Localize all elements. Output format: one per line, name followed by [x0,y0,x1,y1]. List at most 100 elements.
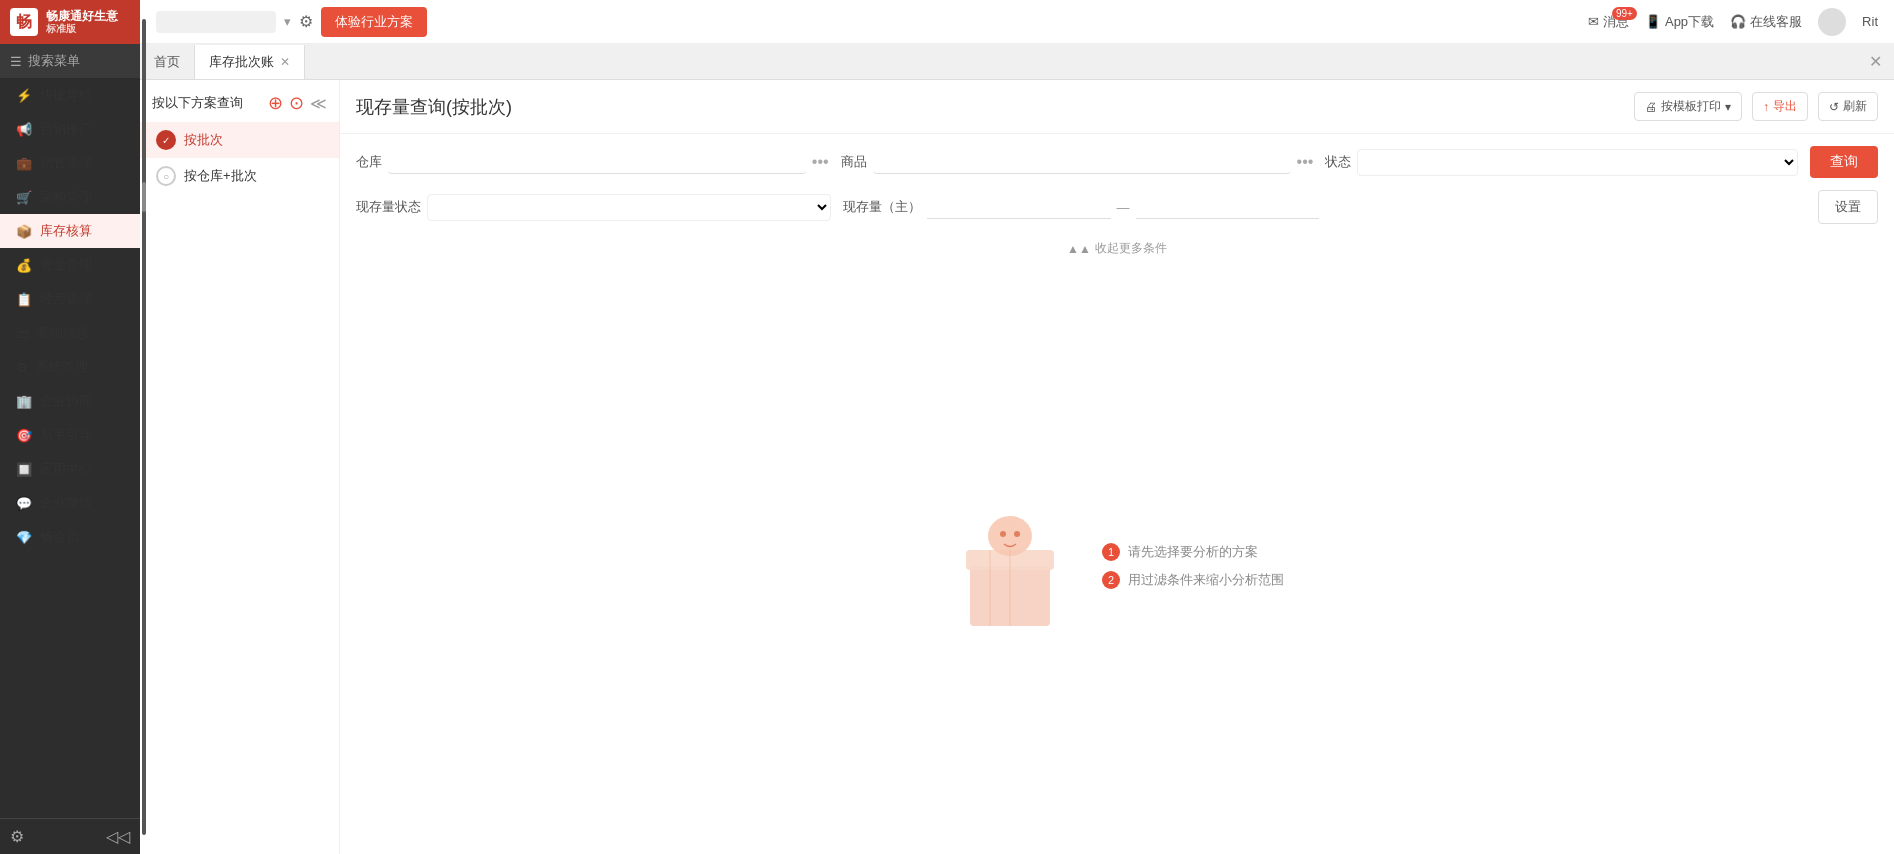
breadcrumb-chevron-icon[interactable]: ▾ [284,14,291,29]
tip-number-1: 1 [1102,543,1120,561]
quick-nav-icon: ⚡ [16,88,32,103]
setting-button[interactable]: 设置 [1818,190,1878,224]
sidebar-item-purchase[interactable]: 🛒 采购管理 [0,180,140,214]
online-service-btn[interactable]: 🎧 在线客服 [1730,13,1802,31]
filter-row-2: 现存量状态 现存量（主） — 设置 [356,190,1878,224]
sidebar-item-member[interactable]: 💎 畅会员 [0,520,140,554]
collapse-panel-icon[interactable]: ≪ [310,94,327,113]
export-icon: ↑ [1763,100,1769,114]
svg-point-3 [1000,531,1006,537]
sidebar-item-enterprise[interactable]: 🏢 企业协同 [0,384,140,418]
sidebar-item-quick-nav[interactable]: ⚡ 快捷导航 [0,78,140,112]
scroll-track [142,19,146,835]
sidebar-item-newbie[interactable]: 🎯 新手引导 [0,418,140,452]
export-button[interactable]: ↑ 导出 [1752,92,1808,121]
app-subtitle: 标准版 [46,23,118,35]
goods-more-icon[interactable]: ••• [1297,153,1314,171]
app-logo: 畅 [10,8,38,36]
trial-button[interactable]: 体验行业方案 [321,7,427,37]
tab-inventory-batch-label: 库存批次账 [209,53,274,71]
empty-illustration [950,506,1070,626]
tabs-bar: 首页 库存批次账 ✕ ✕ [140,44,1894,80]
sidebar-item-wechat[interactable]: 💬 企业微信 [0,486,140,520]
sidebar: 畅 畅康通好生意 标准版 ☰ 搜索菜单 ⚡ 快捷导航 📢 营销推广 💼 销售管理 [0,0,140,854]
query-button[interactable]: 查询 [1810,146,1878,178]
collapse-sidebar-icon[interactable]: ◁◁ [106,827,130,846]
topbar-right: ✉ 消息 99+ 📱 App下载 🎧 在线客服 Rit [1588,8,1878,36]
sidebar-item-finance[interactable]: 💰 资金管理 [0,248,140,282]
status-select[interactable] [1357,149,1798,176]
sidebar-item-appstore[interactable]: 🔲 应用中心 [0,452,140,486]
sidebar-item-label: 系统管理 [36,358,88,376]
filter-inventory-status: 现存量状态 [356,194,831,221]
tip-text-1: 请先选择要分析的方案 [1128,543,1258,561]
sidebar-item-system[interactable]: ⚙ 系统管理 [0,350,140,384]
app-title: 畅康通好生意 [46,9,118,23]
messages-btn[interactable]: ✉ 消息 99+ [1588,13,1629,31]
sidebar-item-label: 营销推广 [40,120,92,138]
refresh-button[interactable]: ↺ 刷新 [1818,92,1878,121]
qty-min-input[interactable] [927,195,1110,219]
finance-icon: 💰 [16,258,32,273]
template-print-button[interactable]: 🖨 按模板打印 ▾ [1634,92,1742,121]
sidebar-search[interactable]: ☰ 搜索菜单 [0,44,140,78]
warehouse-more-icon[interactable]: ••• [812,153,829,171]
sidebar-item-basic[interactable]: 🗃 基础信息 [0,316,140,350]
inventory-icon: 📦 [16,224,32,239]
tip-text-2: 用过滤条件来缩小分析范围 [1128,571,1284,589]
collapse-filter-btn[interactable]: ▲▲ 收起更多条件 [356,236,1878,265]
settings-scheme-icon[interactable]: ⊙ [289,92,304,114]
page-content: 按以下方案查询 ⊕ ⊙ ≪ ✓ 按批次 ○ 按仓库+批次 现存量查询(按批次) [140,80,1894,854]
collapse-label: 收起更多条件 [1095,240,1167,257]
sidebar-item-marketing[interactable]: 📢 营销推广 [0,112,140,146]
sidebar-item-sales[interactable]: 💼 销售管理 [0,146,140,180]
scheme-by-warehouse-batch[interactable]: ○ 按仓库+批次 [140,158,339,194]
tab-home[interactable]: 首页 [140,45,195,79]
sidebar-item-inventory[interactable]: 📦 库存核算 [0,214,140,248]
scheme-by-batch[interactable]: ✓ 按批次 [140,122,339,158]
purchase-icon: 🛒 [16,190,32,205]
scheme-active-icon: ✓ [156,130,176,150]
qty-max-input[interactable] [1136,195,1319,219]
settings-icon[interactable]: ⚙ [10,827,24,846]
empty-state: 1 请先选择要分析的方案 2 用过滤条件来缩小分析范围 [340,277,1894,854]
app-download-btn[interactable]: 📱 App下载 [1645,13,1714,31]
svg-point-4 [1014,531,1020,537]
headset-icon: 🎧 [1730,14,1746,29]
filter-warehouse: 仓库 ••• [356,150,829,174]
appstore-icon: 🔲 [16,462,32,477]
left-panel-title: 按以下方案查询 [152,94,243,112]
online-service-label: 在线客服 [1750,13,1802,31]
template-print-chevron-icon[interactable]: ▾ [1725,100,1731,114]
breadcrumb-input[interactable] [156,11,276,33]
marketing-icon: 📢 [16,122,32,137]
tab-close-icon[interactable]: ✕ [280,55,290,69]
member-icon: 💎 [16,530,32,545]
sidebar-item-label: 采购管理 [40,188,92,206]
sidebar-item-operation[interactable]: 📋 经营管理 [0,282,140,316]
enterprise-icon: 🏢 [16,394,32,409]
sidebar-item-label: 经营管理 [40,290,92,308]
scheme-inactive-icon: ○ [156,166,176,186]
inventory-status-select[interactable] [427,194,831,221]
goods-input[interactable] [873,150,1291,174]
message-icon: ✉ [1588,14,1599,29]
goods-label: 商品 [841,153,867,171]
warehouse-input[interactable] [388,150,806,174]
avatar[interactable] [1818,8,1846,36]
right-panel: 现存量查询(按批次) 🖨 按模板打印 ▾ ↑ 导出 ↺ 刷新 [340,80,1894,854]
sales-icon: 💼 [16,156,32,171]
tab-home-label: 首页 [154,53,180,71]
tab-inventory-batch[interactable]: 库存批次账 ✕ [195,45,305,79]
topbar-gear-icon[interactable]: ⚙ [299,12,313,31]
sidebar-item-label: 新手引导 [40,426,92,444]
topbar: ▾ ⚙ 体验行业方案 ✉ 消息 99+ 📱 App下载 🎧 在线客服 Rit [140,0,1894,44]
filter-status: 状态 [1325,149,1798,176]
tabs-close-all-btn[interactable]: ✕ [1857,44,1894,79]
filter-row-1: 仓库 ••• 商品 ••• 状态 查询 [356,146,1878,178]
left-panel-actions: ⊕ ⊙ ≪ [268,92,327,114]
add-scheme-icon[interactable]: ⊕ [268,92,283,114]
sidebar-nav: ⚡ 快捷导航 📢 营销推广 💼 销售管理 🛒 采购管理 📦 库存核算 💰 [0,78,140,818]
username-label[interactable]: Rit [1862,14,1878,29]
scroll-thumb [142,182,146,212]
